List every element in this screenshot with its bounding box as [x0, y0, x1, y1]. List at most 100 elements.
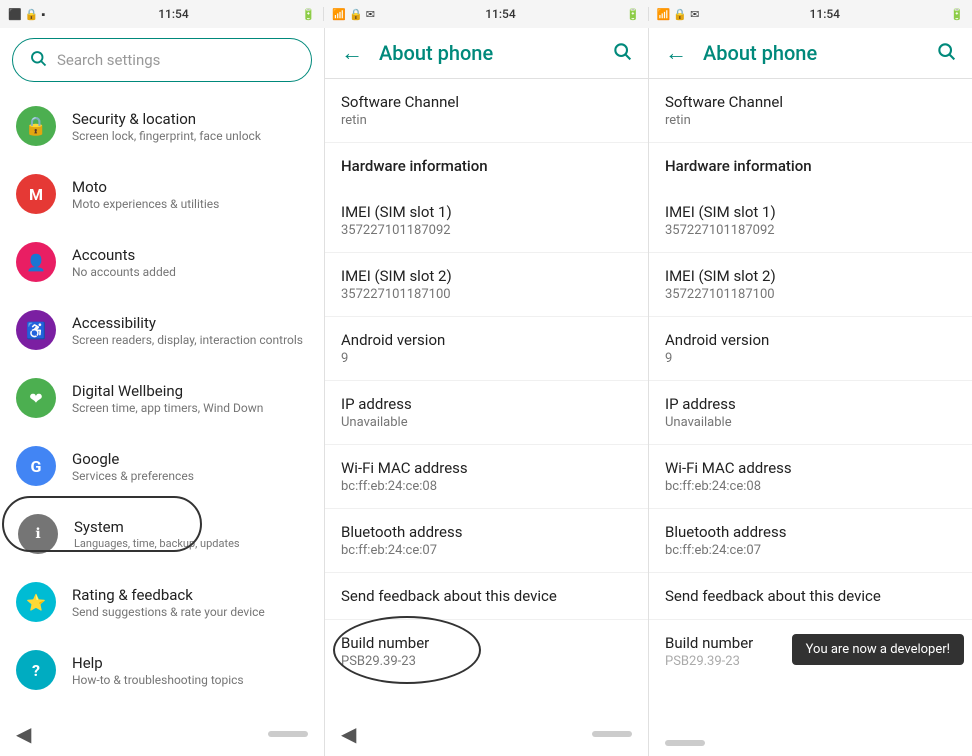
back-nav-mid[interactable]: ◀ [341, 722, 356, 746]
time-right: 11:54 [810, 7, 840, 21]
build-title-left: Build number [341, 634, 632, 652]
home-indicator-right [665, 740, 705, 746]
status-bar-middle: 📶 🔒 ✉ 11:54 🔋 [324, 7, 648, 21]
imei2-right[interactable]: IMEI (SIM slot 2) 357227101187100 [649, 253, 972, 317]
google-icon-bg: G [16, 446, 56, 486]
search-button-right[interactable] [936, 41, 956, 66]
bt-title-left: Bluetooth address [341, 523, 632, 541]
sidebar-item-system-container: ℹ System Languages, time, backup, update… [6, 502, 318, 566]
build-subtitle-left: PSB29.39-23 [341, 654, 632, 669]
build-number-container-right[interactable]: Build number PSB29.39-23 You are now a d… [649, 620, 972, 683]
feedback-title-right: Send feedback about this device [665, 587, 956, 605]
accessibility-text: Accessibility Screen readers, display, i… [72, 314, 308, 347]
wifi-mac-subtitle-right: bc:ff:eb:24:ce:08 [665, 479, 956, 494]
signal-icon-right: 📶 [657, 8, 671, 21]
sidebar-item-accounts[interactable]: 👤 Accounts No accounts added [0, 228, 324, 296]
back-nav-left[interactable]: ◀ [16, 722, 31, 746]
bt-subtitle-right: bc:ff:eb:24:ce:07 [665, 543, 956, 558]
imei1-right[interactable]: IMEI (SIM slot 1) 357227101187092 [649, 189, 972, 253]
google-title: Google [72, 450, 308, 468]
wifi-mac-title-left: Wi-Fi MAC address [341, 459, 632, 477]
status-icons-right: 📶 🔒 ✉ [657, 8, 700, 21]
security-icon-mid: 🔒 [349, 8, 363, 21]
software-channel-title-left: Software Channel [341, 93, 632, 111]
sidebar-item-rating[interactable]: ⭐ Rating & feedback Send suggestions & r… [0, 568, 324, 636]
hardware-section-left: Hardware information [325, 143, 648, 189]
imei1-title-right: IMEI (SIM slot 1) [665, 203, 956, 221]
imei2-left[interactable]: IMEI (SIM slot 2) 357227101187100 [325, 253, 648, 317]
imei2-title-right: IMEI (SIM slot 2) [665, 267, 956, 285]
moto-subtitle: Moto experiences & utilities [72, 197, 308, 211]
wifi-mac-subtitle-left: bc:ff:eb:24:ce:08 [341, 479, 632, 494]
home-indicator-left [268, 731, 308, 737]
android-version-right[interactable]: Android version 9 [649, 317, 972, 381]
battery-icon-left: 🔋 [302, 8, 316, 21]
wellbeing-icon-bg: ❤ [16, 378, 56, 418]
imei2-title-left: IMEI (SIM slot 2) [341, 267, 632, 285]
sidebar-item-help[interactable]: ? Help How-to & troubleshooting topics [0, 636, 324, 704]
panel-header-right: ← About phone [649, 28, 972, 79]
rating-title: Rating & feedback [72, 586, 308, 604]
ip-address-left[interactable]: IP address Unavailable [325, 381, 648, 445]
accounts-icon-bg: 👤 [16, 242, 56, 282]
help-subtitle: How-to & troubleshooting topics [72, 673, 308, 687]
wifi-mac-left[interactable]: Wi-Fi MAC address bc:ff:eb:24:ce:08 [325, 445, 648, 509]
ip-subtitle-right: Unavailable [665, 415, 956, 430]
moto-title: Moto [72, 178, 308, 196]
build-number-container-left[interactable]: Build number PSB29.39-23 [325, 620, 648, 683]
wellbeing-title: Digital Wellbeing [72, 382, 308, 400]
security-text: Security & location Screen lock, fingerp… [72, 110, 308, 143]
android-subtitle-left: 9 [341, 351, 632, 366]
battery-left: 🔋 [302, 8, 316, 21]
imei2-subtitle-right: 357227101187100 [665, 287, 956, 302]
imei2-subtitle-left: 357227101187100 [341, 287, 632, 302]
search-button-left[interactable] [612, 41, 632, 66]
rating-text: Rating & feedback Send suggestions & rat… [72, 586, 308, 619]
bluetooth-right[interactable]: Bluetooth address bc:ff:eb:24:ce:07 [649, 509, 972, 573]
info-software-channel-right[interactable]: Software Channel retin [649, 79, 972, 143]
search-bar[interactable]: Search settings [12, 38, 312, 82]
back-button-right[interactable]: ← [665, 40, 687, 66]
ip-subtitle-left: Unavailable [341, 415, 632, 430]
sidebar-item-digital-wellbeing[interactable]: ❤ Digital Wellbeing Screen time, app tim… [0, 364, 324, 432]
wifi-mac-right[interactable]: Wi-Fi MAC address bc:ff:eb:24:ce:08 [649, 445, 972, 509]
hardware-title-right: Hardware information [665, 157, 956, 175]
system-title: System [74, 518, 306, 536]
accessibility-icon-bg: ♿ [16, 310, 56, 350]
status-icons-mid: 📶 🔒 ✉ [332, 8, 375, 21]
sidebar-item-google[interactable]: G Google Services & preferences [0, 432, 324, 500]
ip-address-right[interactable]: IP address Unavailable [649, 381, 972, 445]
imei1-title-left: IMEI (SIM slot 1) [341, 203, 632, 221]
send-feedback-left[interactable]: Send feedback about this device [325, 573, 648, 620]
security-icon: 🔒 [25, 8, 39, 21]
system-text: System Languages, time, backup, updates [74, 518, 306, 550]
back-button-left[interactable]: ← [341, 40, 363, 66]
status-bar-right: 📶 🔒 ✉ 11:54 🔋 [649, 7, 972, 21]
software-channel-subtitle-left: retin [341, 113, 632, 128]
software-channel-subtitle-right: retin [665, 113, 956, 128]
sidebar-item-moto[interactable]: M Moto Moto experiences & utilities [0, 160, 324, 228]
message-icon: ▪ [41, 8, 45, 21]
sidebar-item-system[interactable]: ℹ System Languages, time, backup, update… [6, 502, 318, 566]
search-icon [29, 49, 47, 71]
android-version-left[interactable]: Android version 9 [325, 317, 648, 381]
signal-icon-mid: 📶 [332, 8, 346, 21]
android-subtitle-right: 9 [665, 351, 956, 366]
hardware-title-left: Hardware information [341, 157, 632, 175]
wellbeing-text: Digital Wellbeing Screen time, app timer… [72, 382, 308, 415]
panel-header-left: ← About phone [325, 28, 648, 79]
info-software-channel-left[interactable]: Software Channel retin [325, 79, 648, 143]
status-icons-left: ⬛ 🔒 ▪ [8, 8, 45, 21]
developer-toast: You are now a developer! [792, 634, 964, 665]
ip-title-right: IP address [665, 395, 956, 413]
imei1-left[interactable]: IMEI (SIM slot 1) 357227101187092 [325, 189, 648, 253]
sidebar-item-accessibility[interactable]: ♿ Accessibility Screen readers, display,… [0, 296, 324, 364]
wellbeing-subtitle: Screen time, app timers, Wind Down [72, 401, 308, 415]
send-feedback-right[interactable]: Send feedback about this device [649, 573, 972, 620]
bluetooth-left[interactable]: Bluetooth address bc:ff:eb:24:ce:07 [325, 509, 648, 573]
settings-panel: Search settings 🔒 Security & location Sc… [0, 28, 325, 756]
search-placeholder: Search settings [57, 51, 160, 69]
accessibility-subtitle: Screen readers, display, interaction con… [72, 333, 308, 347]
bottom-nav-right [649, 730, 972, 756]
sidebar-item-security[interactable]: 🔒 Security & location Screen lock, finge… [0, 92, 324, 160]
